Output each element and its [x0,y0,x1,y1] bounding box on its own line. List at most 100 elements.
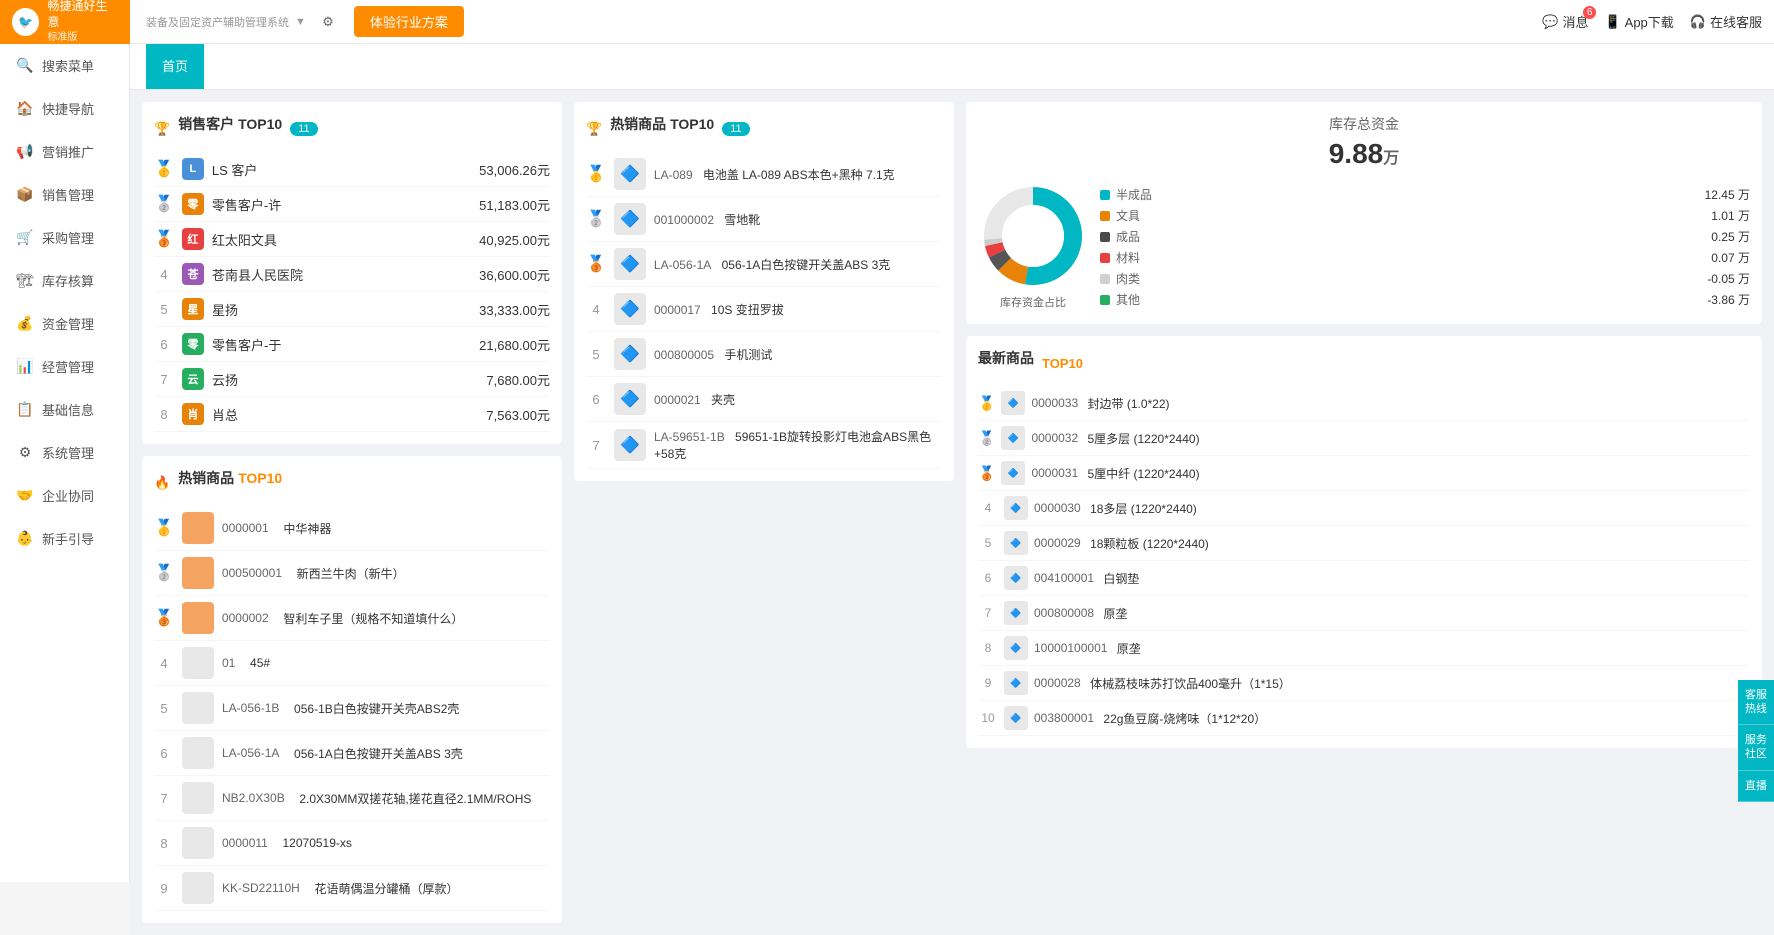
hot-product-image [182,557,214,589]
customer-badge: 红 [182,228,204,250]
newest-product-image: 🔷 [1004,566,1028,590]
fire-icon: 🔥 [154,475,170,491]
hot-product-name: 2.0X30MM双搓花轴,搓花直径2.1MM/ROHS [299,790,531,807]
hot-product-image [182,512,214,544]
float-btn-service[interactable]: 客服热线 [1738,680,1774,726]
tab-home[interactable]: 首页 [146,44,204,89]
float-buttons: 客服热线 服务社区 直播 [1738,680,1774,802]
rank-number: 4 [978,501,998,515]
legend-item: 其他 -3.86 万 [1100,291,1750,308]
tab-navigation: 首页 [130,44,1774,90]
sidebar-item-company[interactable]: 🤝 企业协同 [0,474,129,517]
newest-name: 5厘中纤 (1220*2440) [1088,465,1751,482]
newest-products-card: 最新商品 TOP10 🥇 🔷 0000033 封边带 (1.0*22) 🥈 🔷 … [966,336,1762,748]
chevron-down-icon: ▼ [295,16,306,28]
newest-product-image: 🔷 [1004,671,1028,695]
hot-product-name: 056-1B白色按键开关壳ABS2壳 [294,700,459,717]
rank-medal-icon: 🥇 [154,518,174,538]
rank-number: 6 [978,571,998,585]
sidebar-item-purchase[interactable]: 🛒 采购管理 [0,216,129,259]
trial-button[interactable]: 体验行业方案 [354,6,464,37]
home-icon: 🏠 [16,100,34,118]
customer-badge: 零 [182,333,204,355]
product-info: 001000002 雪地靴 [654,211,942,228]
rank-number: 6 [154,337,174,352]
sidebar-item-marketing[interactable]: 📢 营销推广 [0,130,129,173]
legend-value: 1.01 万 [1711,207,1750,224]
customer-rank-badge: 11 [290,122,317,136]
hot-product-code: LA-056-1B [222,701,286,715]
hot-product-image [182,647,214,679]
system-selector[interactable]: 装备及固定资产辅助管理系统 ▼ [146,14,306,30]
newest-product-row: 🥉 🔷 0000031 5厘中纤 (1220*2440) [978,456,1750,491]
sidebar-label-operation: 经营管理 [42,357,94,376]
rank-number: 5 [586,347,606,362]
legend-value: 0.25 万 [1711,228,1750,245]
rank-medal-icon: 🥈 [978,430,995,447]
newest-product-row: 🥈 🔷 0000032 5厘多层 (1220*2440) [978,421,1750,456]
sidebar-item-search[interactable]: 🔍 搜索菜单 [0,44,129,87]
online-service-button[interactable]: 🎧 在线客服 [1690,12,1762,31]
newest-name: 18多层 (1220*2440) [1090,500,1750,517]
operation-icon: 📊 [16,358,34,376]
customer-rank-row: 🥈 零 零售客户-许 51,183.00元 [154,187,550,222]
hot-product-name: 中华神器 [283,520,331,537]
inventory-subtitle: 库存资金占比 [978,294,1088,310]
sidebar-label-purchase: 采购管理 [42,228,94,247]
system-name: 装备及固定资产辅助管理系统 [146,14,289,30]
messages-button[interactable]: 💬 消息 6 [1542,12,1588,31]
hot-product-code: 0000001 [222,521,275,535]
hot-product-row: 🥉 0000002 智利车子里（规格不知道填什么） [154,596,550,641]
product-img-icon: 🔷 [620,164,640,184]
product-rank-row: 5 🔷 000800005 手机测试 [586,332,942,377]
sidebar-item-nav[interactable]: 🏠 快捷导航 [0,87,129,130]
app-download-button[interactable]: 📱 App下载 [1604,12,1673,31]
customer-rank-row: 🥉 红 红太阳文具 40,925.00元 [154,222,550,257]
legend-color-dot [1100,295,1110,305]
settings-icon[interactable]: ⚙ [314,8,342,36]
product-img-icon: 🔷 [620,254,640,274]
message-badge: 6 [1583,6,1597,19]
sidebar-item-sales[interactable]: 📦 销售管理 [0,173,129,216]
newest-name: 18颗粒板 (1220*2440) [1090,535,1750,552]
hot-product-image [182,782,214,814]
rank-medal-icon: 🥉 [978,465,995,482]
sidebar-item-inventory[interactable]: 🏗 库存核算 [0,259,129,302]
sidebar-item-system[interactable]: ⚙ 系统管理 [0,431,129,474]
customer-value: 7,680.00元 [486,370,550,389]
product-name: 电池盖 LA-089 ABS本色+黑种 7.1克 [703,168,895,182]
rank-number: 4 [154,656,174,671]
float-btn-community[interactable]: 服务社区 [1738,725,1774,771]
sidebar-label-finance: 资金管理 [42,314,94,333]
customer-rank-header: 🏆 销售客户 TOP10 11 [154,114,550,144]
rank-number: 8 [154,407,174,422]
sidebar-item-finance[interactable]: 💰 资金管理 [0,302,129,345]
product-code: LA-056-1A [654,258,718,272]
legend-value: 0.07 万 [1711,249,1750,266]
float-btn-live[interactable]: 直播 [1738,771,1774,802]
newest-code: 0000033 [1031,396,1081,410]
newest-product-image: 🔷 [1001,391,1025,415]
hot-product-code: KK-SD22110H [222,881,307,895]
customer-name: 红太阳文具 [212,230,471,249]
customer-name: 苍南县人民医院 [212,265,471,284]
customer-value: 40,925.00元 [479,230,550,249]
sidebar-item-guide[interactable]: 👶 新手引导 [0,517,129,560]
customer-rank-list: 🥇 L LS 客户 53,006.26元 🥈 零 零售客户-许 51,183.0… [154,152,550,432]
sidebar-label-inventory: 库存核算 [42,271,94,290]
sidebar-item-base[interactable]: 📋 基础信息 [0,388,129,431]
customer-name: 星扬 [212,300,471,319]
product-img-icon: 🔷 [620,209,640,229]
newest-name: 5厘多层 (1220*2440) [1088,430,1751,447]
newest-code: 10000100001 [1034,641,1111,655]
sidebar-item-operation[interactable]: 📊 经营管理 [0,345,129,388]
inventory-icon: 🏗 [16,272,34,290]
img-placeholder-icon: 🔷 [1008,433,1019,444]
right-panel: 库存总资金 9.88万 [966,102,1762,923]
product-code: LA-59651-1B [654,430,731,444]
rank-medal-icon: 🥈 [154,194,174,214]
hot-product-code: LA-056-1A [222,746,286,760]
phone-icon: 📱 [1604,14,1620,30]
dashboard-content: 🏆 销售客户 TOP10 11 🥇 L LS 客户 53,006.26元 🥈 零… [130,90,1774,935]
hot-product-row: 8 0000011 12070519-xs [154,821,550,866]
